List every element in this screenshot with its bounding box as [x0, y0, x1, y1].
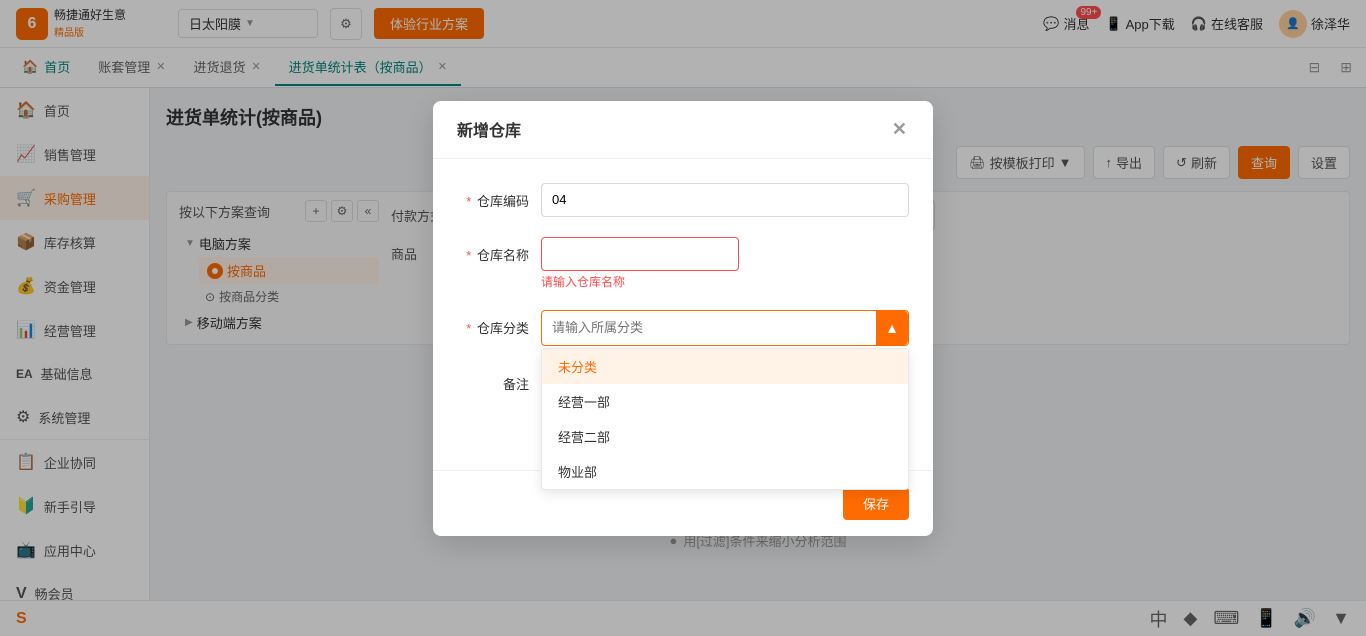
name-input-wrap: 请输入仓库名称 — [541, 237, 909, 290]
code-row: * 仓库编码 — [457, 183, 909, 217]
remark-label: 备注 — [457, 366, 529, 393]
chevron-up-icon: ▲ — [885, 320, 899, 336]
name-row: * 仓库名称 请输入仓库名称 — [457, 237, 909, 290]
category-row: * 仓库分类 ▲ 未分类 经营一部 经营二部 物业部 — [457, 310, 909, 346]
modal-header: 新增仓库 ✕ — [433, 101, 933, 159]
category-toggle-button[interactable]: ▲ — [876, 311, 908, 345]
code-label: * 仓库编码 — [457, 183, 529, 210]
name-label: * 仓库名称 — [457, 237, 529, 264]
category-input[interactable] — [542, 311, 876, 345]
modal-add-warehouse: 新增仓库 ✕ * 仓库编码 * 仓库名称 请输入仓库名称 — [433, 101, 933, 536]
modal-close-button[interactable]: ✕ — [890, 117, 909, 142]
dropdown-item-unclassified[interactable]: 未分类 — [542, 349, 908, 384]
save-button[interactable]: 保存 — [843, 487, 909, 520]
dropdown-item-dept2[interactable]: 经营二部 — [542, 419, 908, 454]
modal-overlay[interactable]: 新增仓库 ✕ * 仓库编码 * 仓库名称 请输入仓库名称 — [0, 0, 1366, 636]
category-dropdown: 未分类 经营一部 经营二部 物业部 — [541, 348, 909, 490]
dropdown-item-dept1[interactable]: 经营一部 — [542, 384, 908, 419]
name-input[interactable] — [541, 237, 739, 271]
code-input[interactable] — [541, 183, 909, 217]
modal-title: 新增仓库 — [457, 117, 521, 141]
category-input-container: ▲ — [541, 310, 909, 346]
modal-body: * 仓库编码 * 仓库名称 请输入仓库名称 * — [433, 159, 933, 470]
name-error-message: 请输入仓库名称 — [541, 273, 909, 290]
dropdown-item-dept3[interactable]: 物业部 — [542, 454, 908, 489]
category-input-wrap: ▲ 未分类 经营一部 经营二部 物业部 — [541, 310, 909, 346]
category-label: * 仓库分类 — [457, 310, 529, 337]
